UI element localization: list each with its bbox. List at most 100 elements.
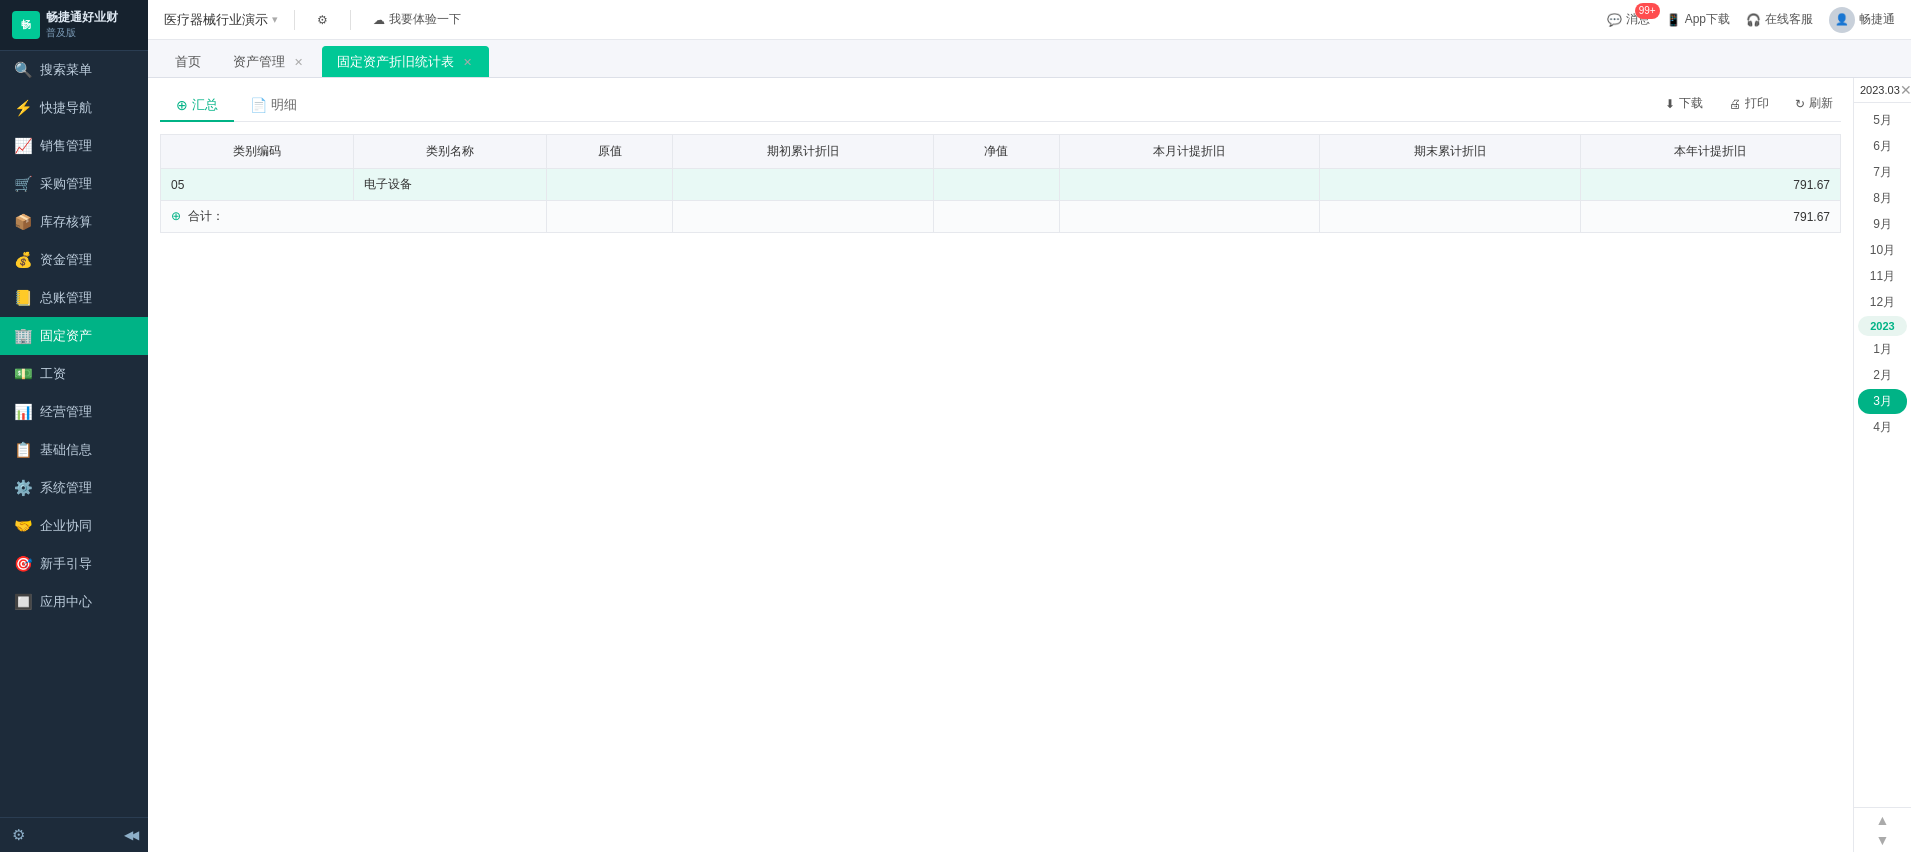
cooperation-label: 企业协同	[40, 517, 92, 535]
sidebar-search[interactable]: 🔍 搜索菜单	[0, 51, 148, 89]
experience-button[interactable]: ☁ 我要体验一下	[367, 9, 467, 30]
date-item-2023-1[interactable]: 1月	[1858, 337, 1907, 362]
sidebar-item-system[interactable]: ⚙️ 系统管理	[0, 469, 148, 507]
sidebar-item-guide[interactable]: 🎯 新手引导	[0, 545, 148, 583]
date-item-2023-3[interactable]: 3月	[1858, 389, 1907, 414]
sub-tab-summary[interactable]: ⊕ 汇总	[160, 90, 234, 122]
date-item-8[interactable]: 8月	[1858, 186, 1907, 211]
sidebar-item-ledger[interactable]: 📒 总账管理	[0, 279, 148, 317]
operations-label: 经营管理	[40, 403, 92, 421]
inventory-icon: 📦	[14, 213, 32, 231]
inventory-label: 库存核算	[40, 213, 92, 231]
table-row: 05 电子设备 791.67	[161, 169, 1841, 201]
col-monthly-depreciation: 本月计提折旧	[1059, 135, 1319, 169]
panel-year-label: 2023.03	[1860, 84, 1900, 96]
customer-service-label: 在线客服	[1765, 11, 1813, 28]
panel-nav: ▲ ▼	[1854, 807, 1911, 852]
app-logo: 畅	[12, 11, 40, 39]
experience-icon: ☁	[373, 13, 385, 27]
summary-accumulated	[673, 201, 933, 233]
finance-icon: 💰	[14, 251, 32, 269]
cell-monthly-depreciation	[1059, 169, 1319, 201]
sidebar-item-cooperation[interactable]: 🤝 企业协同	[0, 507, 148, 545]
app-center-label: 应用中心	[40, 593, 92, 611]
ledger-icon: 📒	[14, 289, 32, 307]
finance-label: 资金管理	[40, 251, 92, 269]
sidebar-item-payroll[interactable]: 💵 工资	[0, 355, 148, 393]
printer-icon: 🖨	[1729, 97, 1741, 111]
sidebar-collapse-icon[interactable]: ◀◀	[124, 828, 136, 842]
company-dropdown-icon: ▾	[272, 13, 278, 26]
messages-button[interactable]: 💬 消息 99+	[1607, 11, 1650, 28]
refresh-icon: ↻	[1795, 97, 1805, 111]
tab-depreciation-report-close[interactable]: ✕	[460, 55, 474, 69]
purchase-icon: 🛒	[14, 175, 32, 193]
sidebar-item-app-center[interactable]: 🔲 应用中心	[0, 583, 148, 621]
app-download-button[interactable]: 📱 App下载	[1666, 11, 1730, 28]
tab-asset-management[interactable]: 资产管理 ✕	[218, 46, 320, 77]
sub-tabs: ⊕ 汇总 📄 明细 ⬇ 下载 🖨 打印	[160, 90, 1841, 122]
app-download-label: App下载	[1685, 11, 1730, 28]
date-item-9[interactable]: 9月	[1858, 212, 1907, 237]
topbar-right: 💬 消息 99+ 📱 App下载 🎧 在线客服 👤 畅捷通	[1607, 7, 1895, 33]
gear-icon: ⚙	[317, 13, 328, 27]
panel-nav-down[interactable]: ▼	[1876, 832, 1890, 848]
username: 畅捷通	[1859, 11, 1895, 28]
tab-home[interactable]: 首页	[160, 46, 216, 77]
date-item-11[interactable]: 11月	[1858, 264, 1907, 289]
date-item-7[interactable]: 7月	[1858, 160, 1907, 185]
content-main: ⊕ 汇总 📄 明细 ⬇ 下载 🖨 打印	[148, 78, 1853, 852]
date-panel: 2023.03 ✕ ⛶ 5月 6月 7月 8月 9月 10月 11月 12月 2…	[1853, 78, 1911, 852]
date-item-6[interactable]: 6月	[1858, 134, 1907, 159]
sidebar-settings-icon[interactable]: ⚙	[12, 826, 25, 844]
system-label: 系统管理	[40, 479, 92, 497]
date-item-10[interactable]: 10月	[1858, 238, 1907, 263]
summary-period-end	[1320, 201, 1580, 233]
sidebar-item-basic-info[interactable]: 📋 基础信息	[0, 431, 148, 469]
sidebar-item-inventory[interactable]: 📦 库存核算	[0, 203, 148, 241]
company-selector[interactable]: 医疗器械行业演示 ▾	[164, 11, 278, 29]
download-label: 下载	[1679, 95, 1703, 112]
sidebar-item-purchase[interactable]: 🛒 采购管理	[0, 165, 148, 203]
cell-category-code: 05	[161, 169, 354, 201]
refresh-button[interactable]: ↻ 刷新	[1787, 92, 1841, 115]
col-category-name: 类别名称	[354, 135, 547, 169]
guide-icon: 🎯	[14, 555, 32, 573]
user-menu[interactable]: 👤 畅捷通	[1829, 7, 1895, 33]
settings-button[interactable]: ⚙	[311, 11, 334, 29]
print-button[interactable]: 🖨 打印	[1721, 92, 1777, 115]
date-item-2023-4[interactable]: 4月	[1858, 415, 1907, 440]
panel-nav-up[interactable]: ▲	[1876, 812, 1890, 828]
detail-tab-icon: 📄	[250, 97, 267, 113]
basic-info-label: 基础信息	[40, 441, 92, 459]
summary-label: ⊕ 合计：	[161, 201, 547, 233]
sidebar-item-sales[interactable]: 📈 销售管理	[0, 127, 148, 165]
system-icon: ⚙️	[14, 479, 32, 497]
customer-service-button[interactable]: 🎧 在线客服	[1746, 11, 1813, 28]
quick-nav-icon: ⚡	[14, 99, 32, 117]
panel-close-button[interactable]: ✕	[1900, 82, 1911, 98]
search-icon: 🔍	[14, 61, 32, 79]
message-icon: 💬	[1607, 13, 1622, 27]
sub-tab-detail[interactable]: 📄 明细	[234, 90, 313, 122]
year-2023-label[interactable]: 2023	[1858, 316, 1907, 336]
date-item-12[interactable]: 12月	[1858, 290, 1907, 315]
sidebar-footer: ⚙ ◀◀	[0, 817, 148, 852]
date-item-2023-2[interactable]: 2月	[1858, 363, 1907, 388]
sidebar-item-fixed-assets[interactable]: 🏢 固定资产	[0, 317, 148, 355]
cell-original-value	[547, 169, 673, 201]
date-item-5[interactable]: 5月	[1858, 108, 1907, 133]
download-button[interactable]: ⬇ 下载	[1657, 92, 1711, 115]
cell-net-value	[933, 169, 1059, 201]
sidebar-item-finance[interactable]: 💰 资金管理	[0, 241, 148, 279]
sidebar-header: 畅 畅捷通好业财 普及版	[0, 0, 148, 51]
col-period-end-depreciation: 期末累计折旧	[1320, 135, 1580, 169]
tab-asset-management-close[interactable]: ✕	[291, 55, 305, 69]
tab-depreciation-report[interactable]: 固定资产折旧统计表 ✕	[322, 46, 489, 77]
sidebar-item-operations[interactable]: 📊 经营管理	[0, 393, 148, 431]
depreciation-table: 类别编码 类别名称 原值 期初累计折旧 净值 本月计提折旧 期末累计折旧 本年计…	[160, 134, 1841, 233]
payroll-icon: 💵	[14, 365, 32, 383]
avatar: 👤	[1829, 7, 1855, 33]
sidebar-item-quick-nav[interactable]: ⚡ 快捷导航	[0, 89, 148, 127]
topbar-divider-2	[350, 10, 351, 30]
